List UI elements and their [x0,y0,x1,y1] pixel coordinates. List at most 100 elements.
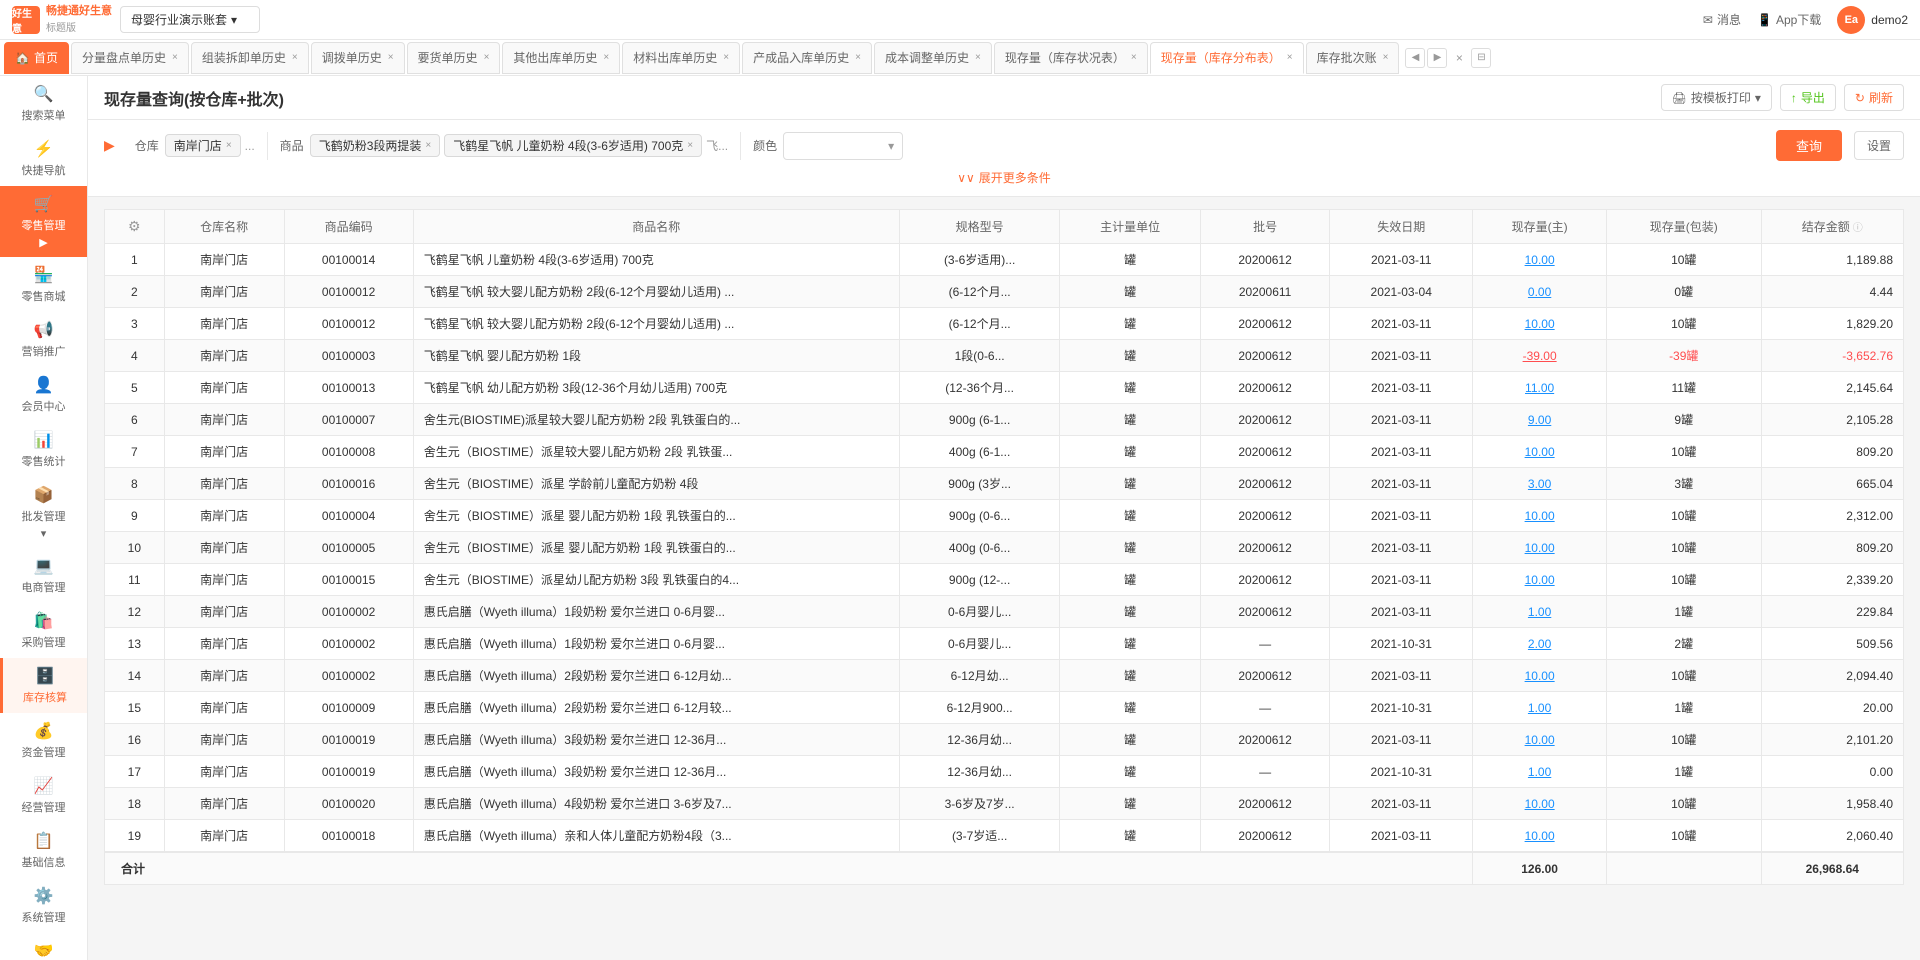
qty-main-value[interactable]: 10.00 [1525,669,1555,683]
sidebar-item-system[interactable]: ⚙️ 系统管理 [0,878,87,933]
remove-product-tag-1-button[interactable]: × [425,140,431,151]
qty-main-value[interactable]: 2.00 [1528,637,1551,651]
cell-spec: 900g (0-6... [899,500,1059,532]
sidebar-item-ecom[interactable]: 💻 电商管理 [0,548,87,603]
tab-close-icon[interactable]: × [975,52,981,63]
cell-warehouse: 南岸门店 [164,244,284,276]
tab-other-out[interactable]: 其他出库单历史 × [502,42,620,74]
sidebar-item-enterprise[interactable]: 🤝 企业协同 [0,933,87,960]
tab-close-icon[interactable]: × [172,52,178,63]
basic-icon: 📋 [34,831,54,851]
qty-main-value[interactable]: 10.00 [1525,541,1555,555]
industry-select[interactable]: 母婴行业演示账套 ▾ [120,6,260,33]
product-tag-1[interactable]: 飞鹤奶粉3段两提装 × [310,134,441,157]
remove-product-tag-2-button[interactable]: × [687,140,693,151]
col-expire: 失效日期 [1330,210,1473,244]
settings-button[interactable]: 设置 [1854,131,1904,160]
message-button[interactable]: ✉ 消息 [1703,11,1741,28]
tab-material-out[interactable]: 材料出库单历史 × [622,42,740,74]
sidebar-item-retail-stats[interactable]: 📊 零售统计 [0,422,87,477]
tab-close-icon[interactable]: × [1287,52,1293,63]
content-area: 现存量查询(按仓库+批次) 🖨 按模板打印 ▾ ↑ 导出 ↻ 刷新 [88,76,1920,960]
sidebar-item-purchase[interactable]: 🛍️ 采购管理 [0,603,87,658]
tab-close-icon[interactable]: × [292,52,298,63]
tab-next-button[interactable]: ▶ [1427,48,1447,68]
tab-bar: 🏠 首页 分量盘点单历史 × 组装拆卸单历史 × 调拨单历史 × 要货单历史 ×… [0,40,1920,76]
product-tag-2[interactable]: 飞鹤星飞帆 儿童奶粉 4段(3-6岁适用) 700克 × [444,134,702,157]
sidebar-item-retail[interactable]: 🛒 零售管理 ▶ [0,186,87,257]
sidebar-item-marketing[interactable]: 📢 营销推广 [0,312,87,367]
qty-main-value[interactable]: 10.00 [1525,317,1555,331]
tab-close-icon[interactable]: × [388,52,394,63]
tab-inventory-status[interactable]: 现存量（库存状况表） × [994,42,1148,74]
tab-transfer[interactable]: 调拨单历史 × [311,42,405,74]
cell-amount: 809.20 [1761,436,1903,468]
user-area[interactable]: Ea demo2 [1837,6,1908,34]
sidebar-item-member[interactable]: 👤 会员中心 [0,367,87,422]
tab-close-icon[interactable]: × [484,52,490,63]
tab-close-icon[interactable]: × [603,52,609,63]
cell-expire: 2021-03-11 [1330,500,1473,532]
column-settings-icon[interactable]: ⚙ [128,218,141,234]
tab-requisition[interactable]: 要货单历史 × [407,42,501,74]
template-print-button[interactable]: 🖨 按模板打印 ▾ [1661,84,1772,111]
tab-close-all-button[interactable]: × [1449,48,1469,68]
qty-main-value[interactable]: 1.00 [1528,605,1551,619]
qty-main-value[interactable]: 10.00 [1525,509,1555,523]
tab-disassemble[interactable]: 组装拆卸单历史 × [191,42,309,74]
export-button[interactable]: ↑ 导出 [1780,84,1836,111]
qty-main-value[interactable]: 10.00 [1525,829,1555,843]
tab-split-inventory[interactable]: 分量盘点单历史 × [71,42,189,74]
qty-main-value[interactable]: 1.00 [1528,765,1551,779]
sidebar-item-inventory[interactable]: 🗄️ 库存核算 [0,658,87,713]
sidebar-item-finance[interactable]: 💰 资金管理 [0,713,87,768]
warehouse-tag[interactable]: 南岸门店 × [165,134,241,157]
sidebar-item-basic[interactable]: 📋 基础信息 [0,823,87,878]
sidebar-item-quick-nav[interactable]: ⚡ 快捷导航 [0,131,87,186]
sidebar-item-operation[interactable]: 📈 经营管理 [0,768,87,823]
col-spec: 规格型号 [899,210,1059,244]
tab-close-icon[interactable]: × [855,52,861,63]
amount-info-icon[interactable]: ⓘ [1853,219,1863,234]
app-download-button[interactable]: 📱 App下载 [1757,11,1821,28]
qty-main-value[interactable]: 10.00 [1525,797,1555,811]
qty-main-value[interactable]: 10.00 [1525,253,1555,267]
sidebar-item-retail-shop[interactable]: 🏪 零售商城 [0,257,87,312]
color-input[interactable]: ▾ [783,132,903,160]
qty-main-value[interactable]: 1.00 [1528,701,1551,715]
cell-batch: — [1200,628,1329,660]
tab-home[interactable]: 🏠 首页 [4,42,69,74]
cell-qty-main: 10.00 [1473,308,1607,340]
cell-qty-pkg: 10罐 [1606,532,1761,564]
qty-main-value[interactable]: -39.00 [1523,349,1557,363]
tab-inventory-dist[interactable]: 现存量（库存分布表） × [1150,42,1304,74]
expand-more-conditions-button[interactable]: ∨∨ 展开更多条件 [104,169,1904,186]
tab-menu-button[interactable]: ⊟ [1471,48,1491,68]
cell-expire: 2021-03-04 [1330,276,1473,308]
qty-main-value[interactable]: 10.00 [1525,733,1555,747]
qty-main-value[interactable]: 10.00 [1525,573,1555,587]
qty-main-value[interactable]: 3.00 [1528,477,1551,491]
tab-prev-button[interactable]: ◀ [1405,48,1425,68]
chevron-down-icon: ▾ [231,13,237,27]
cell-spec: 12-36月幼... [899,724,1059,756]
qty-main-value[interactable]: 10.00 [1525,445,1555,459]
query-button[interactable]: 查询 [1776,130,1842,161]
col-settings[interactable]: ⚙ [105,210,165,244]
qty-main-value[interactable]: 11.00 [1525,381,1554,395]
top-bar-left: 好生意 畅捷通好生意 标题版 母婴行业演示账套 ▾ [12,5,260,33]
refresh-button[interactable]: ↻ 刷新 [1844,84,1904,111]
tab-batch-ledger[interactable]: 库存批次账 × [1306,42,1400,74]
tab-cost-adjust[interactable]: 成本调整单历史 × [874,42,992,74]
expand-filter-button[interactable]: ▶ [104,137,115,154]
sidebar-item-wholesale[interactable]: 📦 批发管理 ▾ [0,477,87,548]
tab-product-in[interactable]: 产成品入库单历史 × [742,42,872,74]
tab-close-icon[interactable]: × [1131,52,1137,63]
sidebar-item-search[interactable]: 🔍 搜索菜单 [0,76,87,131]
remove-warehouse-tag-button[interactable]: × [226,140,232,151]
qty-main-value[interactable]: 9.00 [1528,413,1551,427]
tab-close-icon[interactable]: × [723,52,729,63]
qty-main-value[interactable]: 0.00 [1528,285,1551,299]
tab-close-icon[interactable]: × [1383,52,1389,63]
cell-name: 飞鹤星飞帆 儿童奶粉 4段(3-6岁适用) 700克 [413,244,899,276]
